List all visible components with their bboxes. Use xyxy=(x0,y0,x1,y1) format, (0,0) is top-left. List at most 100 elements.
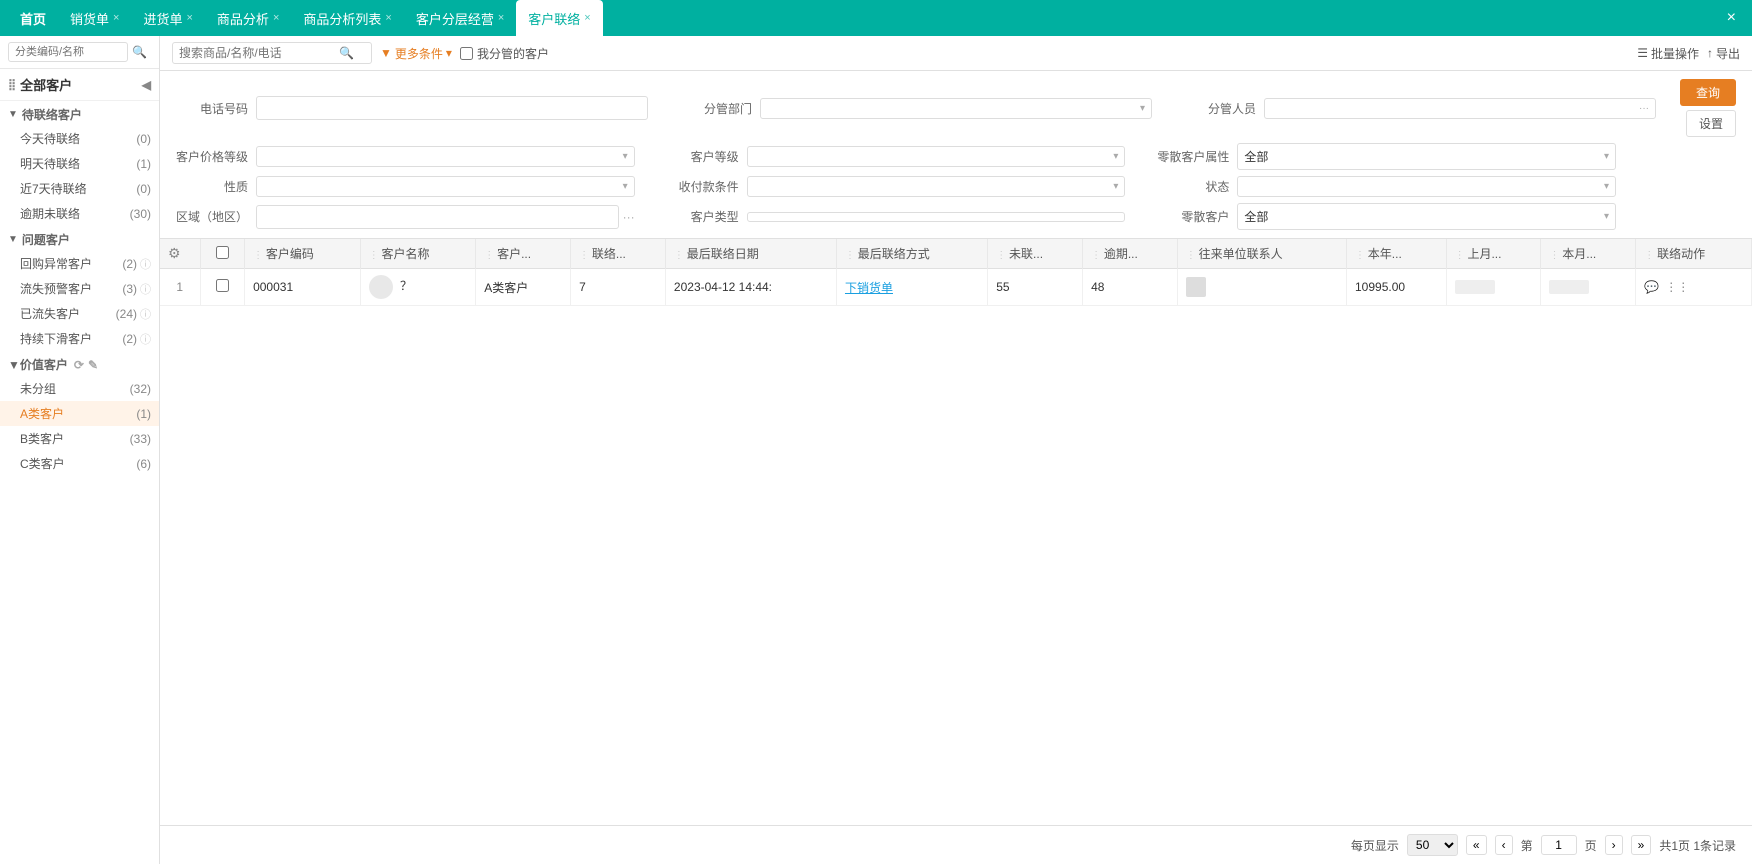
tab-close-productanalysis[interactable]: × xyxy=(273,12,279,24)
retail-attr-select[interactable]: 全部 ▾ xyxy=(1237,143,1616,170)
per-page-select[interactable]: 50 100 200 xyxy=(1407,834,1458,856)
settings-btn[interactable]: 设置 xyxy=(1686,110,1736,137)
sidebar-item-churn-warning[interactable]: 流失预警客户 (3) ⓘ xyxy=(0,276,159,301)
filter-search-icon[interactable]: 🔍 xyxy=(339,46,354,60)
contact-icon-1[interactable]: 💬 xyxy=(1644,280,1659,294)
sidebar-item-tomorrow[interactable]: 明天待联络 (1) xyxy=(0,151,159,176)
sidebar-item-7days[interactable]: 近7天待联络 (0) xyxy=(0,176,159,201)
my-customers-checkbox-wrap[interactable]: 我分管的客户 xyxy=(460,45,549,62)
region-input[interactable] xyxy=(256,205,619,229)
status-select[interactable]: ▾ xyxy=(1237,176,1616,197)
filter-toolbar: 🔍 ▼ 更多条件 ▾ 我分管的客户 ☰ 批量操作 ↑ 导出 xyxy=(160,36,1752,71)
tab-close-purchaseorder[interactable]: × xyxy=(186,12,192,24)
sidebar-item-ungraded[interactable]: 未分组 (32) xyxy=(0,376,159,401)
col-header-liaison[interactable]: 往来单位联系人 xyxy=(1177,239,1346,269)
refresh-icon[interactable]: ⟳ xyxy=(74,358,84,372)
sidebar-item-b-class[interactable]: B类客户 (33) xyxy=(0,426,159,451)
phone-cell: 电话号码 xyxy=(176,96,648,120)
checkbox-col-header[interactable] xyxy=(200,239,245,269)
sidebar-item-c-class[interactable]: C类客户 (6) xyxy=(0,451,159,476)
query-btn[interactable]: 查询 xyxy=(1680,79,1736,106)
col-header-this-month[interactable]: 本月... xyxy=(1541,239,1636,269)
nav-home[interactable]: 首页 xyxy=(8,0,58,36)
nav-tab-customercontact[interactable]: 客户联络 × xyxy=(516,0,602,36)
nav-tab-salesorder[interactable]: 销货单 × xyxy=(58,0,131,36)
tab-close-productanalysislist[interactable]: × xyxy=(385,12,391,24)
nav-tab-customersegment[interactable]: 客户分层经营 × xyxy=(404,0,516,36)
dept-label: 分管部门 xyxy=(680,100,760,117)
pending-contact-group[interactable]: ▼ 待联络客户 xyxy=(0,101,159,126)
dept-select[interactable]: ▾ xyxy=(760,98,1152,119)
my-customers-checkbox[interactable] xyxy=(460,47,473,60)
nature-chevron-icon: ▾ xyxy=(623,181,628,192)
this-month-bg-1 xyxy=(1549,280,1589,294)
nav-tab-productanalysislist[interactable]: 商品分析列表 × xyxy=(291,0,403,36)
sidebar-item-a-class[interactable]: A类客户 (1) xyxy=(0,401,159,426)
col-header-last-date[interactable]: 最后联络日期 xyxy=(665,239,836,269)
price-grade-select[interactable]: ▾ xyxy=(256,146,635,167)
col-header-contact[interactable]: 联络... xyxy=(571,239,666,269)
settings-col-header[interactable]: ⚙ xyxy=(160,239,200,269)
last-page-btn[interactable]: » xyxy=(1631,835,1652,855)
row-checkbox-1[interactable] xyxy=(200,269,245,306)
first-page-btn[interactable]: « xyxy=(1466,835,1487,855)
retail-customer-select[interactable]: 全部 ▾ xyxy=(1237,203,1616,230)
next-page-btn[interactable]: › xyxy=(1605,835,1623,855)
col-header-overdue[interactable]: 逾期... xyxy=(1083,239,1178,269)
retail-attr-chevron-icon: ▾ xyxy=(1604,151,1609,162)
all-customers-header[interactable]: ⣿ 全部客户 ◀ xyxy=(0,69,159,101)
col-header-grade[interactable]: 客户... xyxy=(476,239,571,269)
batch-operation-btn[interactable]: ☰ 批量操作 xyxy=(1637,45,1699,62)
problem-customers-group[interactable]: ▼ 问题客户 xyxy=(0,226,159,251)
sidebar-item-declining[interactable]: 持续下滑客户 (2) ⓘ xyxy=(0,326,159,351)
nature-label: 性质 xyxy=(176,178,256,195)
row-action-1[interactable]: 💬 ⋮⋮ xyxy=(1636,269,1752,306)
payment-select[interactable]: ▾ xyxy=(747,176,1126,197)
sidebar-item-today[interactable]: 今天待联络 (0) xyxy=(0,126,159,151)
edit-value-icon[interactable]: ✎ xyxy=(88,358,98,372)
filter-row-2: 客户价格等级 ▾ 客户等级 ▾ 零散客户属性 xyxy=(176,143,1736,170)
sidebar-search-icon[interactable]: 🔍 xyxy=(132,45,147,59)
sidebar-item-overdue[interactable]: 逾期未联络 (30) xyxy=(0,201,159,226)
filter-right-actions: ☰ 批量操作 ↑ 导出 xyxy=(1637,45,1740,62)
customer-type-select[interactable] xyxy=(747,212,1126,222)
region-dots-icon[interactable]: ··· xyxy=(623,210,635,224)
customer-grade-select[interactable]: ▾ xyxy=(747,146,1126,167)
sidebar-search-input[interactable] xyxy=(8,42,128,62)
filter-search-input[interactable] xyxy=(179,46,339,60)
last-method-link-1[interactable]: 下销货单 xyxy=(845,281,893,295)
staff-select[interactable]: ··· xyxy=(1264,98,1656,119)
prev-page-btn[interactable]: ‹ xyxy=(1495,835,1513,855)
col-header-last-method[interactable]: 最后联络方式 xyxy=(836,239,987,269)
export-btn[interactable]: ↑ 导出 xyxy=(1707,45,1740,62)
tab-close-salesorder[interactable]: × xyxy=(113,12,119,24)
sidebar-item-churned[interactable]: 已流失客户 (24) ⓘ xyxy=(0,301,159,326)
phone-input[interactable] xyxy=(256,96,648,120)
col-header-name[interactable]: 客户名称 xyxy=(360,239,476,269)
page-input[interactable] xyxy=(1541,835,1577,855)
more-action-icon-1[interactable]: ⋮⋮ xyxy=(1665,280,1689,294)
row-last-method-1[interactable]: 下销货单 xyxy=(836,269,987,306)
customers-table: ⚙ 客户编码 客户名称 客户... xyxy=(160,239,1752,306)
retail-customer-chevron-icon: ▾ xyxy=(1604,211,1609,222)
collapse-sidebar-icon[interactable]: ◀ xyxy=(142,78,151,92)
table-settings-icon[interactable]: ⚙ xyxy=(168,245,181,261)
more-conditions-btn[interactable]: ▼ 更多条件 ▾ xyxy=(380,45,452,62)
select-all-checkbox[interactable] xyxy=(216,246,229,259)
close-window-btn[interactable]: × xyxy=(1719,9,1744,27)
tab-close-customercontact[interactable]: × xyxy=(584,12,590,24)
col-header-no-contact[interactable]: 未联... xyxy=(988,239,1083,269)
table-container: ⚙ 客户编码 客户名称 客户... xyxy=(160,239,1752,825)
nav-tab-purchaseorder[interactable]: 进货单 × xyxy=(131,0,204,36)
tab-close-customersegment[interactable]: × xyxy=(498,12,504,24)
col-header-this-year[interactable]: 本年... xyxy=(1347,239,1447,269)
nature-select[interactable]: ▾ xyxy=(256,176,635,197)
col-header-last-month[interactable]: 上月... xyxy=(1446,239,1541,269)
col-header-code[interactable]: 客户编码 xyxy=(245,239,361,269)
nav-tab-productanalysis[interactable]: 商品分析 × xyxy=(205,0,291,36)
sidebar-item-repurchase-abnormal[interactable]: 回购异常客户 (2) ⓘ xyxy=(0,251,159,276)
dept-cell: 分管部门 ▾ xyxy=(680,98,1152,119)
col-header-action[interactable]: 联络动作 xyxy=(1636,239,1752,269)
row-last-month-1 xyxy=(1446,269,1541,306)
row-checkbox-input-1[interactable] xyxy=(216,279,229,292)
